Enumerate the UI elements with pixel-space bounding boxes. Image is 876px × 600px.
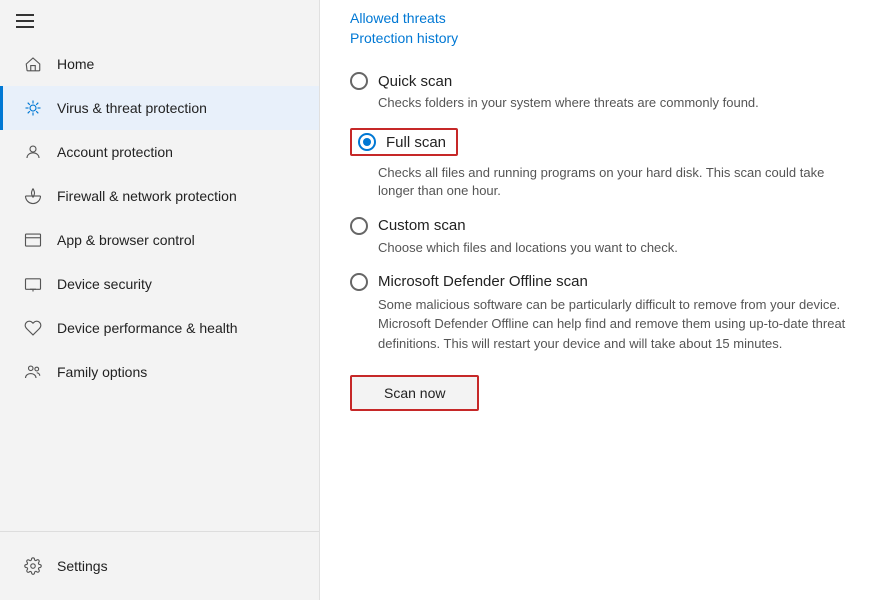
sidebar-item-family[interactable]: Family options: [0, 350, 319, 394]
settings-icon: [23, 556, 43, 576]
custom-scan-row[interactable]: Custom scan: [350, 217, 846, 235]
virus-icon: [23, 98, 43, 118]
custom-scan-radio[interactable]: [350, 217, 368, 235]
sidebar-item-account-label: Account protection: [57, 144, 173, 160]
full-scan-wrapper: Full scan: [350, 128, 846, 160]
scan-now-button[interactable]: Scan now: [350, 375, 479, 411]
full-scan-desc: Checks all files and running programs on…: [378, 164, 846, 200]
scan-now-area: Scan now: [350, 375, 846, 411]
sidebar: Home Virus & threat protection Account p…: [0, 0, 320, 600]
full-scan-radio[interactable]: [358, 133, 376, 151]
offline-scan-label: Microsoft Defender Offline scan: [378, 273, 588, 290]
sidebar-item-device-security[interactable]: Device security: [0, 262, 319, 306]
top-links: Allowed threats Protection history: [350, 0, 846, 62]
sidebar-item-family-label: Family options: [57, 364, 147, 380]
full-scan-selected-row[interactable]: Full scan: [350, 128, 458, 156]
custom-scan-option: Custom scan Choose which files and locat…: [350, 207, 846, 263]
quick-scan-label: Quick scan: [378, 73, 452, 90]
sidebar-bottom: Settings: [0, 531, 319, 600]
sidebar-nav: Home Virus & threat protection Account p…: [0, 42, 319, 531]
scan-options: Quick scan Checks folders in your system…: [350, 62, 846, 359]
device-security-icon: [23, 274, 43, 294]
sidebar-item-virus-threat[interactable]: Virus & threat protection: [0, 86, 319, 130]
home-icon: [23, 54, 43, 74]
quick-scan-desc: Checks folders in your system where thre…: [378, 94, 846, 112]
sidebar-header: [0, 0, 319, 42]
app-browser-icon: [23, 230, 43, 250]
offline-scan-row[interactable]: Microsoft Defender Offline scan: [350, 273, 846, 291]
quick-scan-radio[interactable]: [350, 72, 368, 90]
account-icon: [23, 142, 43, 162]
sidebar-item-home-label: Home: [57, 56, 94, 72]
full-scan-option: Full scan Checks all files and running p…: [350, 118, 846, 206]
sidebar-settings-label: Settings: [57, 558, 108, 574]
sidebar-item-firewall[interactable]: Firewall & network protection: [0, 174, 319, 218]
sidebar-item-settings[interactable]: Settings: [0, 544, 319, 588]
full-scan-label: Full scan: [386, 134, 446, 151]
sidebar-item-account[interactable]: Account protection: [0, 130, 319, 174]
sidebar-item-home[interactable]: Home: [0, 42, 319, 86]
sidebar-item-app-browser[interactable]: App & browser control: [0, 218, 319, 262]
quick-scan-row[interactable]: Quick scan: [350, 72, 846, 90]
sidebar-item-firewall-label: Firewall & network protection: [57, 188, 237, 204]
sidebar-item-device-security-label: Device security: [57, 276, 152, 292]
sidebar-item-virus-label: Virus & threat protection: [57, 100, 207, 116]
sidebar-item-app-browser-label: App & browser control: [57, 232, 195, 248]
family-icon: [23, 362, 43, 382]
offline-scan-desc: Some malicious software can be particula…: [378, 295, 846, 354]
quick-scan-option: Quick scan Checks folders in your system…: [350, 62, 846, 118]
hamburger-icon[interactable]: [16, 14, 34, 28]
main-content: Allowed threats Protection history Quick…: [320, 0, 876, 600]
firewall-icon: [23, 186, 43, 206]
offline-scan-option: Microsoft Defender Offline scan Some mal…: [350, 263, 846, 360]
sidebar-item-device-health-label: Device performance & health: [57, 320, 238, 336]
sidebar-item-device-health[interactable]: Device performance & health: [0, 306, 319, 350]
device-health-icon: [23, 318, 43, 338]
allowed-threats-link[interactable]: Allowed threats: [350, 10, 846, 26]
custom-scan-desc: Choose which files and locations you wan…: [378, 239, 846, 257]
protection-history-link[interactable]: Protection history: [350, 30, 846, 46]
offline-scan-radio[interactable]: [350, 273, 368, 291]
custom-scan-label: Custom scan: [378, 217, 466, 234]
